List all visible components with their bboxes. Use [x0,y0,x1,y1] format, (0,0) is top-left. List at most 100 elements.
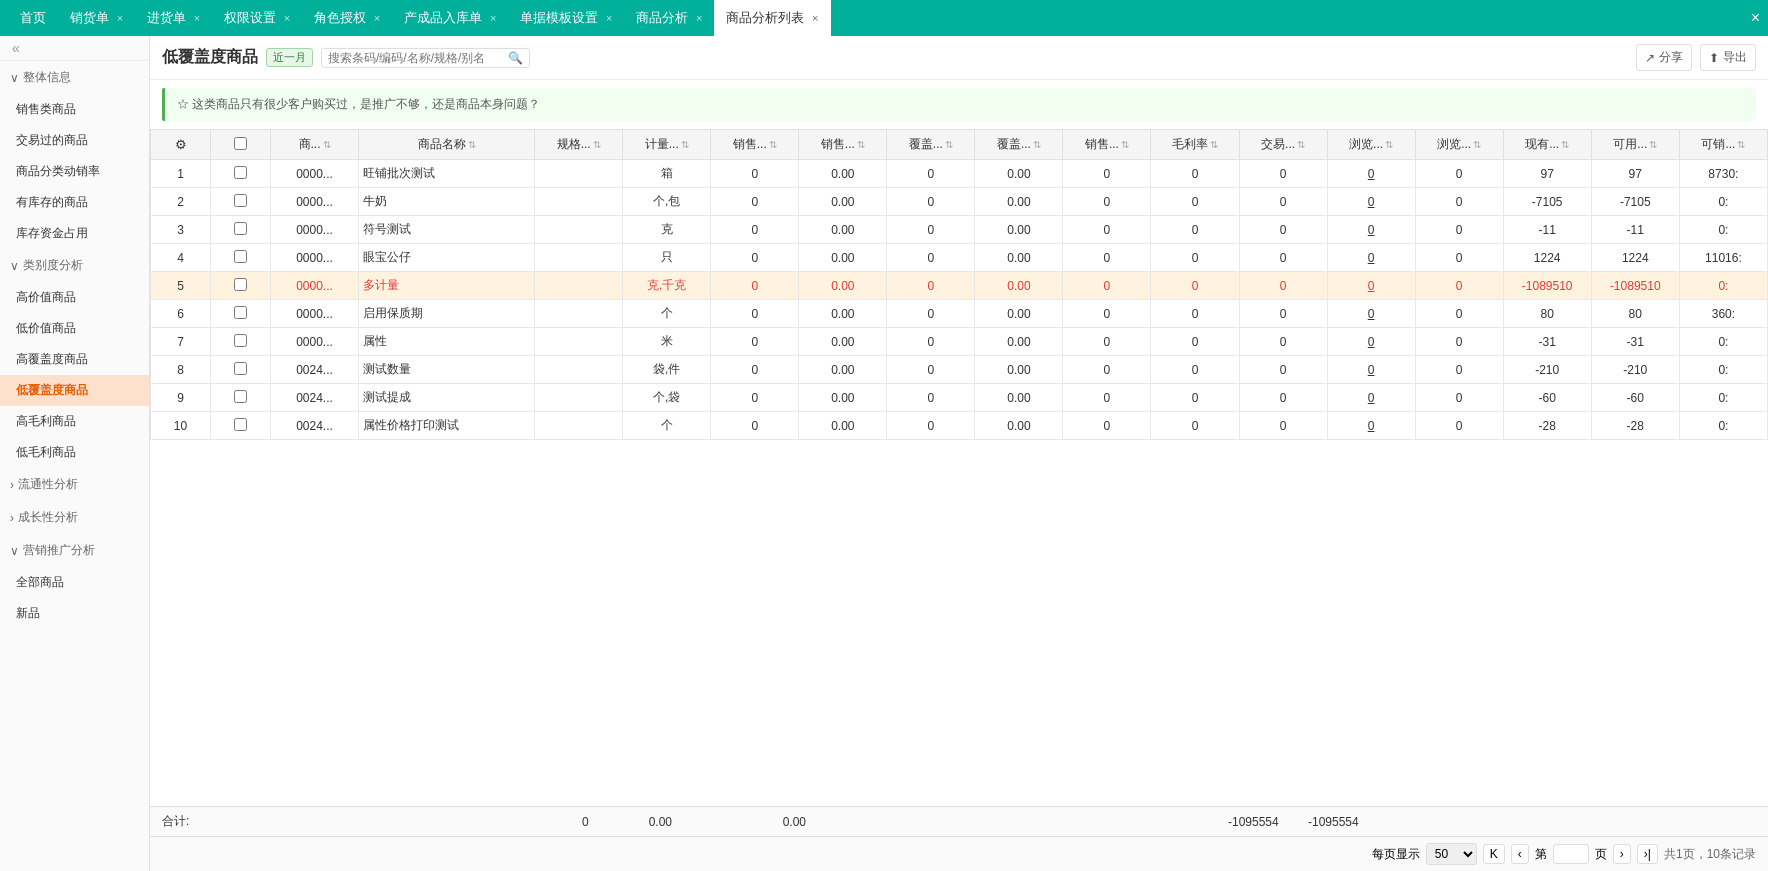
sidebar-section-overall[interactable]: ∨ 整体信息 [0,61,149,94]
nav-sales-order[interactable]: 销货单 × [58,0,135,36]
sidebar-section-liquidity[interactable]: › 流通性分析 [0,468,149,501]
col-settings[interactable]: ⚙ [151,130,211,160]
row-checkbox[interactable] [234,390,247,403]
row-view1[interactable]: 0 [1327,384,1415,412]
nav-role-auth[interactable]: 角色授权 × [302,0,392,36]
nav-template-settings[interactable]: 单据模板设置 × [508,0,624,36]
row-checkbox[interactable] [234,278,247,291]
row-view1[interactable]: 0 [1327,216,1415,244]
sidebar-item-all-goods[interactable]: 全部商品 [0,567,149,598]
row-stock-available: -1089510 [1591,272,1679,300]
share-button[interactable]: ↗ 分享 [1636,44,1692,71]
close-role-auth-icon[interactable]: × [374,12,380,24]
row-view1[interactable]: 0 [1327,188,1415,216]
close-sales-order-icon[interactable]: × [117,12,123,24]
sidebar-section-category[interactable]: ∨ 类别度分析 [0,249,149,282]
row-view1[interactable]: 0 [1327,272,1415,300]
time-tag[interactable]: 近一月 [266,48,313,67]
nav-product-inbound[interactable]: 产成品入库单 × [392,0,508,36]
row-checkbox[interactable] [234,306,247,319]
col-checkbox[interactable] [211,130,271,160]
row-spec [535,216,623,244]
row-margin: 0 [1151,384,1239,412]
row-view1[interactable]: 0 [1327,300,1415,328]
nav-permissions[interactable]: 权限设置 × [212,0,302,36]
col-view2[interactable]: 浏览...⇅ [1415,130,1503,160]
close-permissions-icon[interactable]: × [284,12,290,24]
row-view1[interactable]: 0 [1327,356,1415,384]
sidebar-item-low-coverage[interactable]: 低覆盖度商品 [0,375,149,406]
row-stock-sellable: 8730: [1679,160,1767,188]
close-template-icon[interactable]: × [606,12,612,24]
sidebar-section-marketing[interactable]: ∨ 营销推广分析 [0,534,149,567]
row-unit: 箱 [623,160,711,188]
close-analysis-list-icon[interactable]: × [812,12,818,24]
col-stock-available[interactable]: 可用...⇅ [1591,130,1679,160]
next-page-button[interactable]: › [1613,844,1631,864]
col-trade[interactable]: 交易...⇅ [1239,130,1327,160]
sidebar-item-new-goods[interactable]: 新品 [0,598,149,629]
page-input[interactable]: 1 [1553,844,1589,864]
col-coverage1[interactable]: 覆盖...⇅ [887,130,975,160]
col-unit[interactable]: 计量...⇅ [623,130,711,160]
sidebar-item-low-margin[interactable]: 低毛利商品 [0,437,149,468]
row-view1[interactable]: 0 [1327,244,1415,272]
row-sales-amount: 0.00 [799,328,887,356]
sidebar-item-traded-goods[interactable]: 交易过的商品 [0,125,149,156]
prev-page-button[interactable]: ‹ [1511,844,1529,864]
col-stock-current[interactable]: 现有...⇅ [1503,130,1591,160]
col-sales-amt[interactable]: 销售...⇅ [799,130,887,160]
col-view1[interactable]: 浏览...⇅ [1327,130,1415,160]
row-name: 测试提成 [359,384,535,412]
row-checkbox[interactable] [234,194,247,207]
col-spec[interactable]: 规格...⇅ [535,130,623,160]
nav-product-analysis[interactable]: 商品分析 × [624,0,714,36]
last-page-button[interactable]: ›| [1637,844,1658,864]
col-sales3[interactable]: 销售...⇅ [1063,130,1151,160]
sidebar-item-high-coverage[interactable]: 高覆盖度商品 [0,344,149,375]
row-checkbox[interactable] [234,334,247,347]
sidebar-item-low-value[interactable]: 低价值商品 [0,313,149,344]
row-code: 0000... [271,160,359,188]
sidebar-collapse-button[interactable]: « [8,40,24,56]
nav-home[interactable]: 首页 [8,0,58,36]
col-code[interactable]: 商...⇅ [271,130,359,160]
table-row: 1 0000... 旺铺批次测试 箱 0 0.00 0 0.00 0 0 0 0… [151,160,1768,188]
col-sales-qty[interactable]: 销售...⇅ [711,130,799,160]
row-checkbox[interactable] [234,250,247,263]
sidebar-item-capital-occupy[interactable]: 库存资金占用 [0,218,149,249]
sidebar-item-sales-goods[interactable]: 销售类商品 [0,94,149,125]
close-analysis-icon[interactable]: × [696,12,702,24]
row-checkbox[interactable] [234,418,247,431]
sidebar-item-high-margin[interactable]: 高毛利商品 [0,406,149,437]
sidebar-item-in-stock[interactable]: 有库存的商品 [0,187,149,218]
col-stock-sellable[interactable]: 可销...⇅ [1679,130,1767,160]
search-icon[interactable]: 🔍 [508,51,523,65]
row-checkbox[interactable] [234,166,247,179]
row-view1[interactable]: 0 [1327,412,1415,440]
row-sales3: 0 [1063,384,1151,412]
col-name[interactable]: 商品名称⇅ [359,130,535,160]
sidebar-item-category-rate[interactable]: 商品分类动销率 [0,156,149,187]
close-product-inbound-icon[interactable]: × [490,12,496,24]
table-wrapper[interactable]: ⚙ 商...⇅ 商品名称⇅ 规格...⇅ 计量...⇅ 销售...⇅ 销售...… [150,129,1768,806]
per-page-select[interactable]: 50 20 100 [1426,843,1477,865]
export-button[interactable]: ⬆ 导出 [1700,44,1756,71]
nav-product-analysis-list[interactable]: 商品分析列表 × [714,0,830,36]
close-all-tabs-button[interactable]: × [1751,9,1760,27]
col-margin[interactable]: 毛利率⇅ [1151,130,1239,160]
search-input[interactable] [328,51,508,65]
select-all-checkbox[interactable] [234,137,247,150]
row-view2: 0 [1415,384,1503,412]
row-checkbox[interactable] [234,362,247,375]
sidebar-section-growth[interactable]: › 成长性分析 [0,501,149,534]
row-checkbox[interactable] [234,222,247,235]
row-view1[interactable]: 0 [1327,328,1415,356]
sidebar-item-high-value[interactable]: 高价值商品 [0,282,149,313]
section-arrow-category: ∨ [10,259,19,273]
row-view1[interactable]: 0 [1327,160,1415,188]
nav-purchase-order[interactable]: 进货单 × [135,0,212,36]
col-coverage2[interactable]: 覆盖...⇅ [975,130,1063,160]
first-page-button[interactable]: K [1483,844,1505,864]
close-purchase-order-icon[interactable]: × [194,12,200,24]
